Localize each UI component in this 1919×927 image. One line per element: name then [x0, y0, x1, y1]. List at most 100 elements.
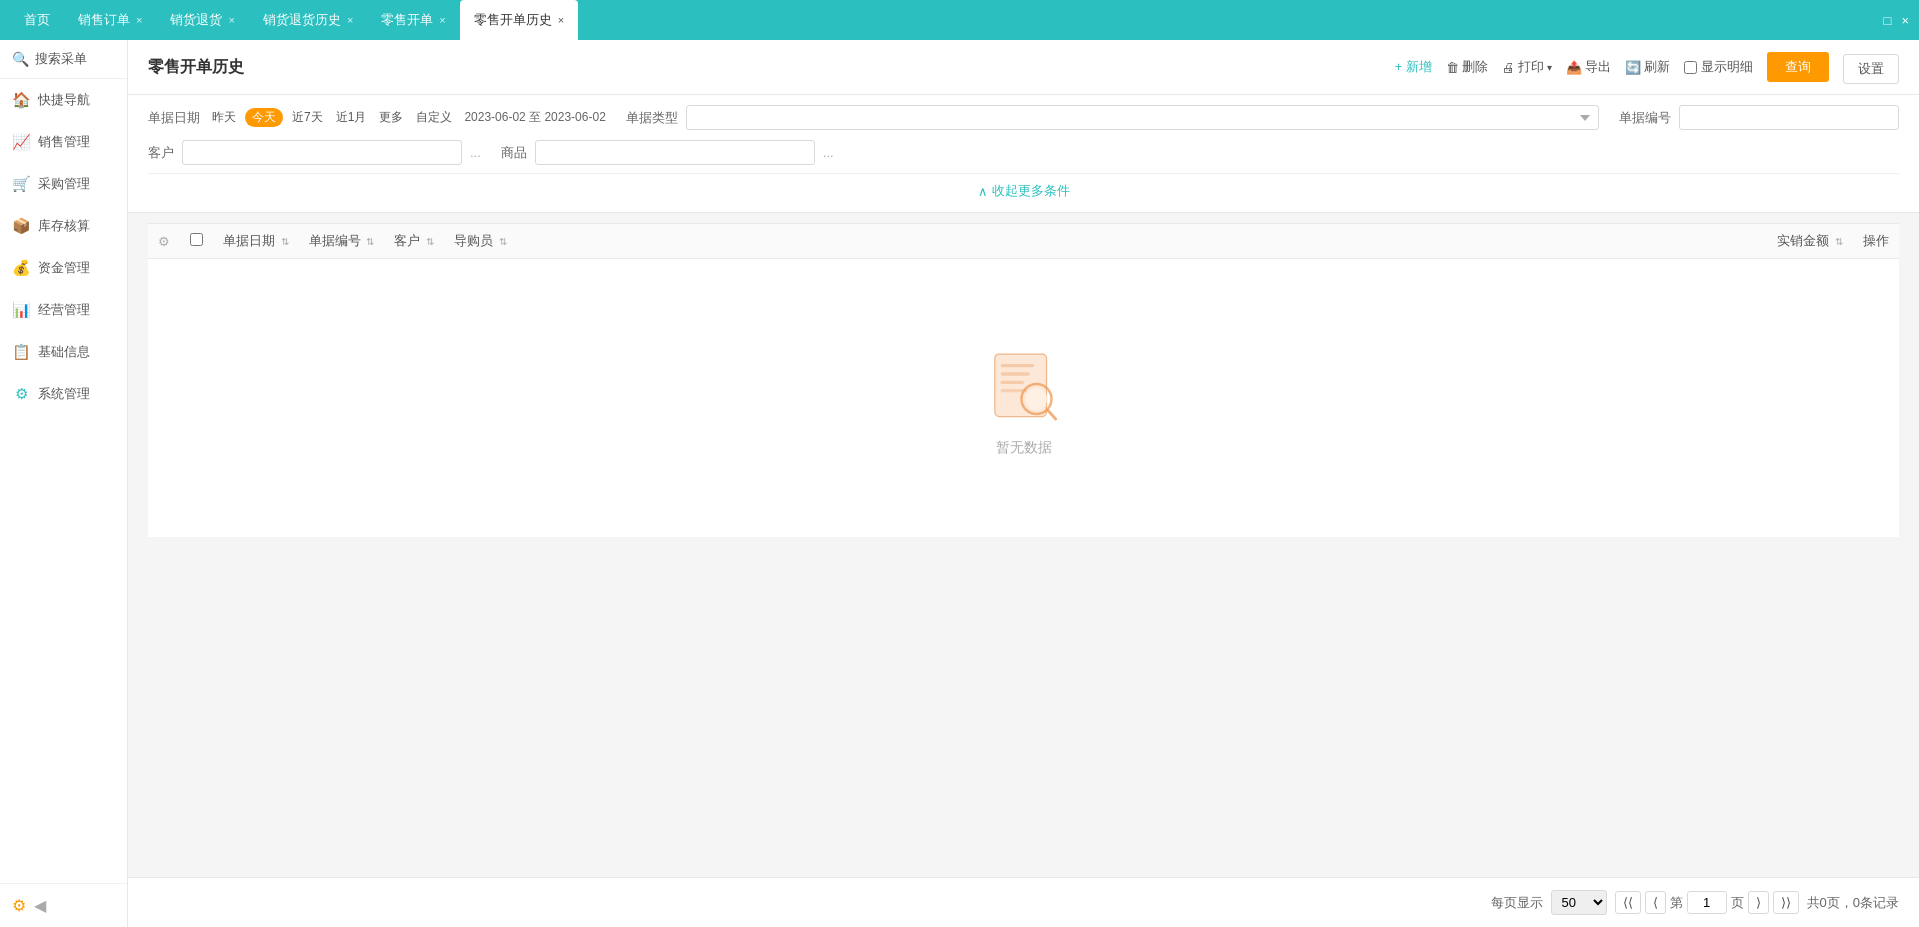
table-header-row: ⚙ 单据日期 ⇅ 单据编号 ⇅: [148, 224, 1899, 259]
main-layout: 🔍 搜索采单 🏠 快捷导航 📈 销售管理 🛒 采购管理 📦 库存核算 💰 资金管…: [0, 40, 1919, 927]
col-number-sort-icon[interactable]: ⇅: [366, 236, 374, 247]
col-customer-header: 客户 ⇅: [384, 224, 444, 259]
svg-rect-2: [1000, 372, 1029, 375]
date-range: 2023-06-02 至 2023-06-02: [464, 109, 605, 126]
first-page-btn[interactable]: ⟨⟨: [1615, 891, 1641, 914]
goods-label: 商品: [501, 144, 527, 162]
tab-sales-order[interactable]: 销售订单 ×: [64, 0, 156, 40]
number-input[interactable]: [1679, 105, 1899, 130]
sidebar-item-basic-info[interactable]: 📋 基础信息: [0, 331, 127, 373]
sidebar-item-system[interactable]: ⚙ 系统管理: [0, 373, 127, 415]
delete-label: 删除: [1462, 58, 1488, 76]
inventory-icon: 📦: [12, 217, 30, 235]
tab-sales-order-close[interactable]: ×: [136, 14, 142, 26]
refresh-label: 刷新: [1644, 58, 1670, 76]
refresh-button[interactable]: 🔄 刷新: [1625, 58, 1670, 76]
prev-page-btn[interactable]: ⟨: [1645, 891, 1666, 914]
query-button[interactable]: 查询: [1767, 52, 1829, 82]
export-button[interactable]: 📤 导出: [1566, 58, 1611, 76]
tab-sales-return-history-label: 销货退货历史: [263, 11, 341, 29]
page-title: 零售开单历史: [148, 57, 244, 78]
show-detail-checkbox[interactable]: [1684, 61, 1697, 74]
next-page-btn[interactable]: ⟩: [1748, 891, 1769, 914]
show-detail-checkbox-label[interactable]: 显示明细: [1684, 58, 1753, 76]
finance-icon: 💰: [12, 259, 30, 277]
print-button[interactable]: 🖨 打印 ▾: [1502, 58, 1552, 76]
filter-row-1: 单据日期 昨天 今天 近7天 近1月 更多 自定义 2023-06-02 至 2…: [148, 105, 1899, 130]
page-number-input[interactable]: [1687, 891, 1727, 914]
tab-retail-open-history-close[interactable]: ×: [558, 14, 564, 26]
filter-customer-group: 客户 ...: [148, 140, 481, 165]
tab-retail-open-history-label: 零售开单历史: [474, 11, 552, 29]
type-select[interactable]: [686, 105, 1599, 130]
select-all-checkbox[interactable]: [190, 233, 203, 246]
page-prefix-label: 第: [1670, 894, 1683, 912]
sidebar-item-purchase-mgmt[interactable]: 🛒 采购管理: [0, 163, 127, 205]
tab-home[interactable]: 首页: [10, 0, 64, 40]
tab-sales-return-close[interactable]: ×: [228, 14, 234, 26]
tab-retail-open[interactable]: 零售开单 ×: [367, 0, 459, 40]
sidebar-item-quick-nav[interactable]: 🏠 快捷导航: [0, 79, 127, 121]
tab-sales-return[interactable]: 销货退货 ×: [156, 0, 248, 40]
tab-sales-return-label: 销货退货: [170, 11, 222, 29]
sidebar-gear-icon[interactable]: ⚙: [12, 896, 26, 915]
sidebar-item-system-label: 系统管理: [38, 385, 90, 403]
empty-text: 暂无数据: [996, 439, 1052, 457]
date-opt-more[interactable]: 更多: [375, 108, 407, 127]
sidebar-item-finance[interactable]: 💰 资金管理: [0, 247, 127, 289]
svg-point-6: [1025, 388, 1047, 410]
goods-dots[interactable]: ...: [823, 145, 834, 160]
svg-line-7: [1047, 410, 1055, 419]
sidebar-item-operations[interactable]: 📊 经营管理: [0, 289, 127, 331]
table-head: ⚙ 单据日期 ⇅ 单据编号 ⇅: [148, 224, 1899, 259]
restore-btn[interactable]: □: [1884, 13, 1892, 28]
date-opt-1month[interactable]: 近1月: [332, 108, 371, 127]
svg-rect-1: [1000, 364, 1033, 367]
date-options: 昨天 今天 近7天 近1月 更多 自定义: [208, 108, 456, 127]
date-opt-today[interactable]: 今天: [245, 108, 283, 127]
filter-date-group: 单据日期 昨天 今天 近7天 近1月 更多 自定义 2023-06-02 至 2…: [148, 108, 606, 127]
delete-button[interactable]: 🗑 删除: [1446, 58, 1488, 76]
tab-sales-return-history[interactable]: 销货退货历史 ×: [249, 0, 367, 40]
col-customer-label: 客户: [394, 233, 420, 248]
tab-retail-open-history[interactable]: 零售开单历史 ×: [460, 0, 578, 40]
per-page-select[interactable]: 50 100 200: [1551, 890, 1607, 915]
print-icon: 🖨: [1502, 60, 1515, 75]
sidebar-item-sales-mgmt[interactable]: 📈 销售管理: [0, 121, 127, 163]
col-settings-icon[interactable]: ⚙: [158, 234, 170, 249]
sidebar-bottom: ⚙ ◀: [0, 883, 127, 927]
sidebar-item-inventory[interactable]: 📦 库存核算: [0, 205, 127, 247]
add-button[interactable]: + 新增: [1395, 58, 1432, 76]
customer-input[interactable]: [182, 140, 462, 165]
sidebar: 🔍 搜索采单 🏠 快捷导航 📈 销售管理 🛒 采购管理 📦 库存核算 💰 资金管…: [0, 40, 128, 927]
close-btn[interactable]: ×: [1901, 13, 1909, 28]
date-opt-yesterday[interactable]: 昨天: [208, 108, 240, 127]
number-label: 单据编号: [1619, 109, 1671, 127]
tab-sales-return-history-close[interactable]: ×: [347, 14, 353, 26]
filter-row-2: 客户 ... 商品 ...: [148, 140, 1899, 165]
tab-sales-order-label: 销售订单: [78, 11, 130, 29]
col-amount-header: 实销金额 ⇅: [1767, 224, 1853, 259]
setting-button[interactable]: 设置: [1843, 54, 1899, 84]
per-page-label: 每页显示: [1491, 894, 1543, 912]
quick-nav-icon: 🏠: [12, 91, 30, 109]
operations-icon: 📊: [12, 301, 30, 319]
tab-retail-open-close[interactable]: ×: [439, 14, 445, 26]
sidebar-collapse-icon[interactable]: ◀: [34, 896, 46, 915]
sidebar-search[interactable]: 🔍 搜索采单: [0, 40, 127, 79]
last-page-btn[interactable]: ⟩⟩: [1773, 891, 1799, 914]
collapse-filter-row: ∧ 收起更多条件: [148, 173, 1899, 212]
collapse-filter-btn[interactable]: ∧ 收起更多条件: [978, 178, 1070, 204]
col-amount-sort-icon[interactable]: ⇅: [1835, 236, 1843, 247]
page-nav: ⟨⟨ ⟨ 第 页 ⟩ ⟩⟩: [1615, 891, 1799, 914]
col-number-label: 单据编号: [309, 233, 361, 248]
col-guide-sort-icon[interactable]: ⇅: [499, 236, 507, 247]
customer-dots[interactable]: ...: [470, 145, 481, 160]
sidebar-item-inventory-label: 库存核算: [38, 217, 90, 235]
page-suffix-label: 页: [1731, 894, 1744, 912]
col-customer-sort-icon[interactable]: ⇅: [426, 236, 434, 247]
goods-input[interactable]: [535, 140, 815, 165]
col-date-sort-icon[interactable]: ⇅: [281, 236, 289, 247]
date-opt-7days[interactable]: 近7天: [288, 108, 327, 127]
date-opt-custom[interactable]: 自定义: [412, 108, 456, 127]
